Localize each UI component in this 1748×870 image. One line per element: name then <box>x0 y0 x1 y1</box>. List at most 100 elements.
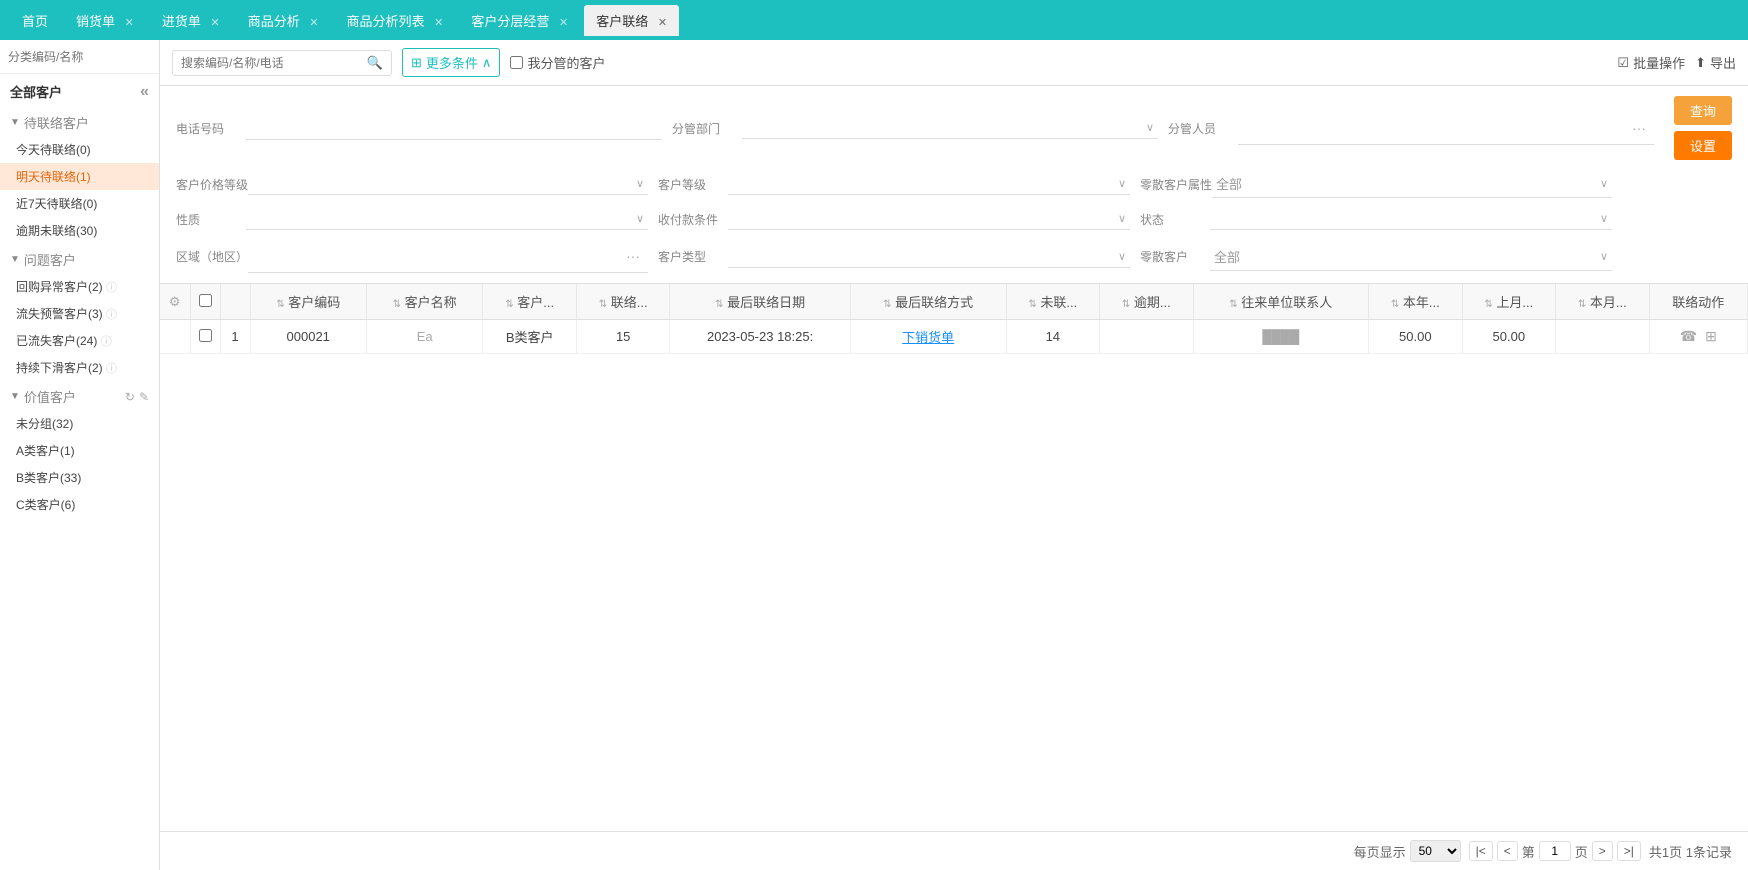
nav-customer-contact[interactable]: 客户联络 ✕ <box>584 5 679 36</box>
nav-customer-layered[interactable]: 客户分层经营 ✕ <box>459 5 580 36</box>
row-contact: 15 <box>576 320 670 354</box>
nav-customer-layered-close[interactable]: ✕ <box>559 17 568 29</box>
nav-sales[interactable]: 销货单 ✕ <box>64 5 146 36</box>
table-container: ⚙ ⇅ 客户编码 ⇅ 客户名称 ⇅ 客户... <box>160 284 1748 831</box>
sidebar-item-tomorrow[interactable]: 明天待联络(1) <box>0 163 159 190</box>
this-month-col-header: ⇅ 本月... <box>1556 284 1650 320</box>
sidebar-group-problem[interactable]: ▼ 问题客户 <box>0 244 159 273</box>
nav-sales-close[interactable]: ✕ <box>125 17 134 29</box>
sort-icon-unit[interactable]: ⇅ <box>1229 299 1237 310</box>
dots-manager[interactable]: ··· <box>1628 116 1650 140</box>
sort-icon-method[interactable]: ⇅ <box>883 299 891 310</box>
sort-icon-type[interactable]: ⇅ <box>505 299 513 310</box>
my-customers-checkbox-area[interactable]: 我分管的客户 <box>510 53 605 72</box>
nav-product-analysis-list[interactable]: 商品分析列表 ✕ <box>335 5 456 36</box>
select-scattered-attr[interactable]: 全部 ∨ <box>1212 170 1612 198</box>
sort-icon-overdue[interactable]: ⇅ <box>1122 299 1130 310</box>
select-customer-type[interactable]: ∨ <box>728 246 1130 268</box>
select-all-checkbox[interactable] <box>199 294 212 307</box>
select-customer-level[interactable]: ∨ <box>728 173 1130 195</box>
row-type: B类客户 <box>483 320 577 354</box>
select-scattered-customer[interactable]: 全部 ∨ <box>1210 243 1612 271</box>
unit-contact-col-header: ⇅ 往来单位联系人 <box>1193 284 1368 320</box>
sort-icon-uncontacted[interactable]: ⇅ <box>1028 299 1036 310</box>
select-manager[interactable]: ··· <box>1238 112 1654 145</box>
filter-action-btns: 查询 设置 <box>1674 96 1732 160</box>
label-phone: 电话号码 <box>176 120 246 137</box>
settings-col-header[interactable]: ⚙ <box>160 284 190 320</box>
sort-icon-last-month[interactable]: ⇅ <box>1484 299 1492 310</box>
export-btn[interactable]: ⬆ 导出 <box>1695 53 1736 72</box>
sidebar-item-a-class[interactable]: A类客户(1) <box>0 437 159 464</box>
select-nature[interactable]: ∨ <box>246 208 648 230</box>
sidebar: 🔍 全部客户 « ▼ 待联络客户 今天待联络(0) 明天待联络(1) 近7天待联… <box>0 40 160 870</box>
last-contact-link[interactable]: 下销货单 <box>902 330 954 345</box>
export-label: 导出 <box>1710 53 1736 72</box>
last-page-btn[interactable]: >| <box>1617 841 1641 861</box>
chevron-down-type: ∨ <box>1118 250 1126 263</box>
export-icon: ⬆ <box>1695 55 1706 71</box>
nav-home[interactable]: 首页 <box>10 5 60 36</box>
sidebar-item-today[interactable]: 今天待联络(0) <box>0 136 159 163</box>
sort-icon-name[interactable]: ⇅ <box>393 299 401 310</box>
sort-icon-date[interactable]: ⇅ <box>715 299 723 310</box>
sidebar-item-churned[interactable]: 已流失客户(24) ⓘ <box>0 327 159 354</box>
input-phone[interactable] <box>246 117 662 140</box>
this-year-col-header: ⇅ 本年... <box>1369 284 1463 320</box>
nav-purchase-close[interactable]: ✕ <box>210 17 219 29</box>
nav-product-analysis-close[interactable]: ✕ <box>309 17 318 29</box>
nav-product-analysis-list-close[interactable]: ✕ <box>434 17 443 29</box>
select-region[interactable]: ··· <box>248 240 648 273</box>
action-grid-icon[interactable]: ⊞ <box>1705 328 1717 345</box>
row-select-checkbox[interactable] <box>199 329 212 342</box>
next-page-btn[interactable]: > <box>1592 841 1613 861</box>
select-dept[interactable]: ∨ <box>742 117 1158 139</box>
sort-icon-this-month[interactable]: ⇅ <box>1578 299 1586 310</box>
prev-page-btn[interactable]: < <box>1497 841 1518 861</box>
nav-product-analysis[interactable]: 商品分析 ✕ <box>236 5 331 36</box>
sort-icon-code[interactable]: ⇅ <box>276 299 284 310</box>
sort-icon-contact[interactable]: ⇅ <box>599 299 607 310</box>
select-payment-terms[interactable]: ∨ <box>728 208 1130 230</box>
label-dept: 分管部门 <box>672 120 742 137</box>
query-btn[interactable]: 查询 <box>1674 96 1732 125</box>
batch-op-btn[interactable]: ☑ 批量操作 <box>1617 53 1685 72</box>
settings-btn[interactable]: 设置 <box>1674 131 1732 160</box>
sidebar-all-customers[interactable]: 全部客户 « <box>0 74 159 107</box>
collapse-icon[interactable]: « <box>140 83 149 101</box>
per-page-dropdown[interactable]: 50 100 200 <box>1410 840 1461 862</box>
select-status[interactable]: ∨ <box>1210 208 1612 230</box>
filter-search-icon[interactable]: 🔍 <box>367 55 383 71</box>
field-customer-type: 客户类型 ∨ <box>658 246 1130 268</box>
sidebar-search-area: 🔍 <box>0 40 159 74</box>
sidebar-item-repurchase-abnormal[interactable]: 回购异常客户(2) ⓘ <box>0 273 159 300</box>
sidebar-group-value[interactable]: ▼ 价值客户 ↻ ✎ <box>0 381 159 410</box>
batch-op-checkbox-icon: ☑ <box>1617 55 1629 71</box>
sidebar-group-pending[interactable]: ▼ 待联络客户 <box>0 107 159 136</box>
value-refresh-icon[interactable]: ↻ <box>125 390 135 404</box>
content-area: 🔍 ⊞ 更多条件 ∧ 我分管的客户 ☑ 批量操作 ⬆ 导出 <box>160 40 1748 870</box>
sidebar-search-input[interactable] <box>8 50 160 64</box>
sidebar-item-c-class[interactable]: C类客户(6) <box>0 491 159 518</box>
nav-customer-contact-close[interactable]: ✕ <box>658 17 667 29</box>
first-page-btn[interactable]: |< <box>1469 841 1493 861</box>
sidebar-item-7days[interactable]: 近7天待联络(0) <box>0 190 159 217</box>
field-price-level: 客户价格等级 ∨ <box>176 173 648 195</box>
sidebar-item-declining[interactable]: 持续下滑客户(2) ⓘ <box>0 354 159 381</box>
dots-region[interactable]: ··· <box>622 244 644 268</box>
total-info: 共1页 1条记录 <box>1649 842 1732 861</box>
sidebar-item-churn-warning[interactable]: 流失预警客户(3) ⓘ <box>0 300 159 327</box>
sidebar-item-b-class[interactable]: B类客户(33) <box>0 464 159 491</box>
select-price-level[interactable]: ∨ <box>248 173 648 195</box>
filter-search-input[interactable] <box>181 56 361 70</box>
chevron-down-scattered-cust: ∨ <box>1600 250 1608 263</box>
sidebar-item-ungrouped[interactable]: 未分组(32) <box>0 410 159 437</box>
sidebar-item-overdue[interactable]: 逾期未联络(30) <box>0 217 159 244</box>
more-conditions-btn[interactable]: ⊞ 更多条件 ∧ <box>402 48 500 77</box>
page-input[interactable] <box>1539 841 1571 861</box>
my-customers-checkbox[interactable] <box>510 56 523 69</box>
nav-purchase[interactable]: 进货单 ✕ <box>150 5 232 36</box>
action-phone-icon[interactable]: ☎ <box>1680 328 1697 345</box>
value-edit-icon[interactable]: ✎ <box>139 390 149 404</box>
sort-icon-year[interactable]: ⇅ <box>1391 299 1399 310</box>
